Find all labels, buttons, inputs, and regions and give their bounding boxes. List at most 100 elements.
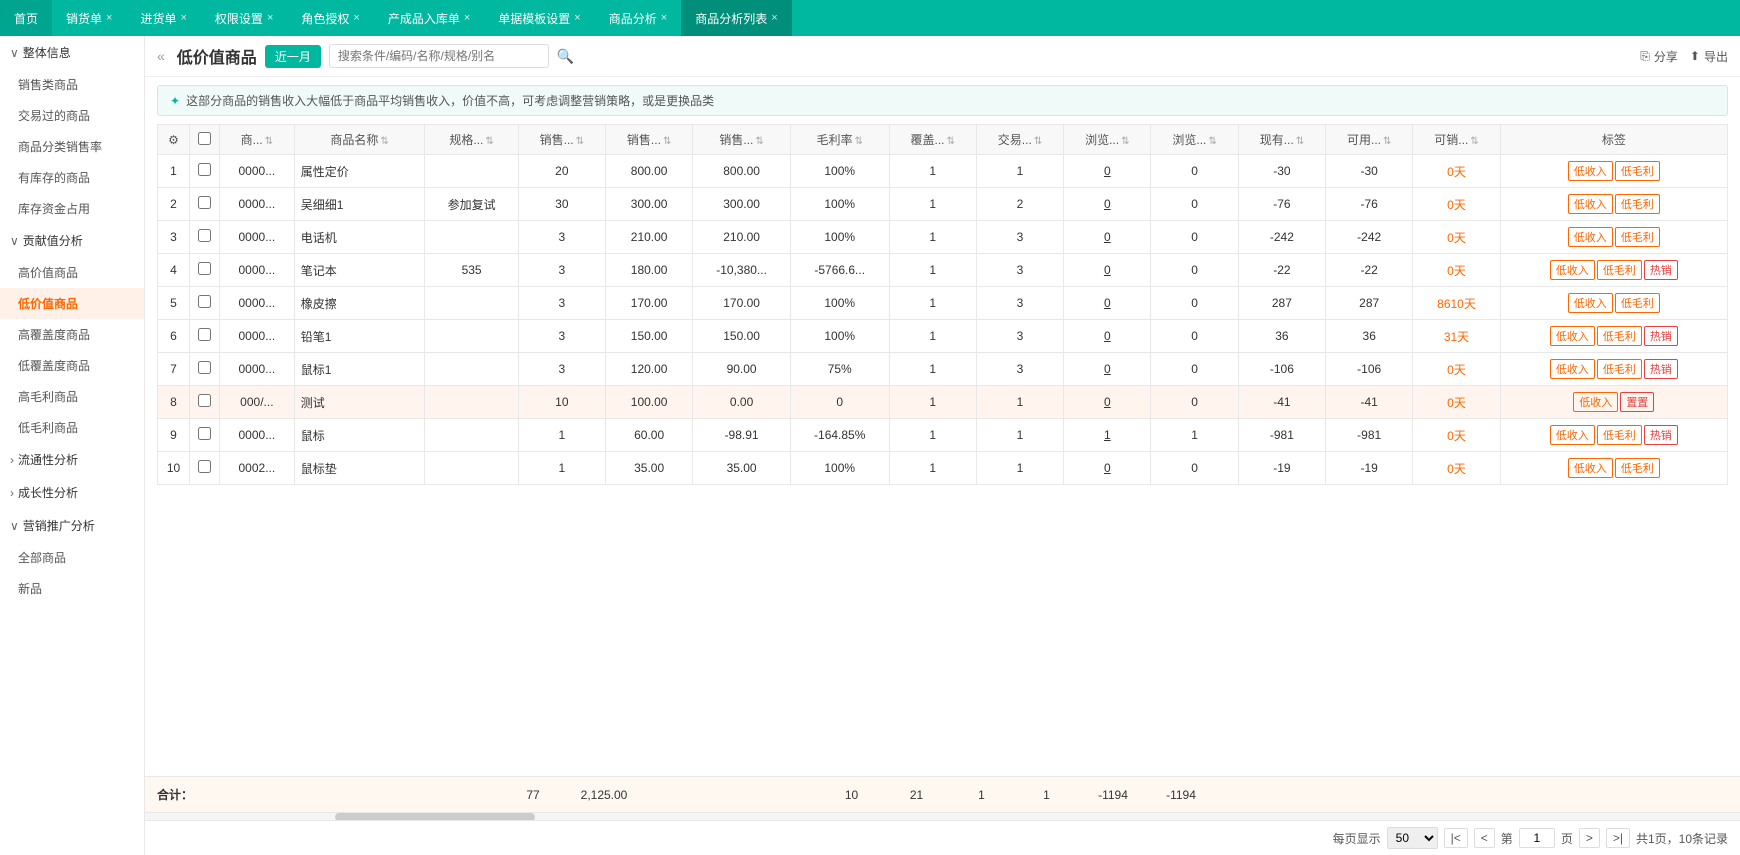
col-sale3[interactable]: 销售...⇅ xyxy=(693,125,791,155)
next-page-btn[interactable]: > xyxy=(1579,828,1600,848)
row-browse1[interactable]: 0 xyxy=(1064,221,1151,254)
gear-icon[interactable]: ⚙ xyxy=(168,133,179,147)
row-browse1[interactable]: 0 xyxy=(1064,386,1151,419)
row-select-checkbox[interactable] xyxy=(198,262,211,275)
nav-template-settings[interactable]: 单据模板设置 × xyxy=(484,0,594,36)
close-icon[interactable]: × xyxy=(353,12,359,24)
sidebar-item-stock-funds[interactable]: 库存资金占用 xyxy=(0,193,144,224)
prev-page-btn[interactable]: < xyxy=(1474,828,1495,848)
col-spec[interactable]: 规格...⇅ xyxy=(425,125,518,155)
browse1-link[interactable]: 0 xyxy=(1104,362,1111,376)
first-page-btn[interactable]: |< xyxy=(1444,828,1468,848)
row-select-checkbox[interactable] xyxy=(198,328,211,341)
sidebar-item-sales-goods[interactable]: 销售类商品 xyxy=(0,69,144,100)
export-btn[interactable]: ⬆ 导出 xyxy=(1690,48,1728,65)
browse1-link[interactable]: 0 xyxy=(1104,197,1111,211)
browse1-link[interactable]: 0 xyxy=(1104,296,1111,310)
browse1-link[interactable]: 0 xyxy=(1104,329,1111,343)
row-browse1[interactable]: 1 xyxy=(1064,419,1151,452)
nav-sales-order[interactable]: 销货单 × xyxy=(52,0,126,36)
nav-product-analysis[interactable]: 商品分析 × xyxy=(595,0,681,36)
col-gear[interactable]: ⚙ xyxy=(158,125,190,155)
nav-role-auth[interactable]: 角色授权 × xyxy=(287,0,373,36)
close-icon[interactable]: × xyxy=(661,12,667,24)
row-select-checkbox[interactable] xyxy=(198,361,211,374)
sidebar-group-marketing[interactable]: ∨ 营销推广分析 xyxy=(0,509,144,542)
row-checkbox[interactable] xyxy=(190,320,220,353)
row-select-checkbox[interactable] xyxy=(198,427,211,440)
nav-product-inbound[interactable]: 产成品入库单 × xyxy=(374,0,484,36)
row-select-checkbox[interactable] xyxy=(198,196,211,209)
col-sale2[interactable]: 销售...⇅ xyxy=(605,125,692,155)
row-select-checkbox[interactable] xyxy=(198,229,211,242)
row-checkbox[interactable] xyxy=(190,254,220,287)
sidebar-item-traded-goods[interactable]: 交易过的商品 xyxy=(0,100,144,131)
close-icon[interactable]: × xyxy=(771,12,777,24)
col-current[interactable]: 现有...⇅ xyxy=(1238,125,1325,155)
row-select-checkbox[interactable] xyxy=(198,460,211,473)
row-checkbox[interactable] xyxy=(190,353,220,386)
row-select-checkbox[interactable] xyxy=(198,394,211,407)
select-all-checkbox[interactable] xyxy=(198,132,211,145)
share-btn[interactable]: ⎘ 分享 xyxy=(1640,48,1678,65)
col-available[interactable]: 可用...⇅ xyxy=(1326,125,1413,155)
col-trade[interactable]: 交易...⇅ xyxy=(976,125,1063,155)
sidebar-item-high-value[interactable]: 高价值商品 xyxy=(0,257,144,288)
close-icon[interactable]: × xyxy=(180,12,186,24)
col-gross-rate[interactable]: 毛利率⇅ xyxy=(790,125,889,155)
sidebar-item-high-margin[interactable]: 高毛利商品 xyxy=(0,381,144,412)
sidebar-item-stock-goods[interactable]: 有库存的商品 xyxy=(0,162,144,193)
row-browse1[interactable]: 0 xyxy=(1064,320,1151,353)
collapse-sidebar-btn[interactable]: « xyxy=(157,48,165,64)
col-sale1[interactable]: 销售...⇅ xyxy=(518,125,605,155)
row-select-checkbox[interactable] xyxy=(198,163,211,176)
col-name[interactable]: 商品名称⇅ xyxy=(294,125,425,155)
col-sellable[interactable]: 可销...⇅ xyxy=(1413,125,1500,155)
close-icon[interactable]: × xyxy=(464,12,470,24)
col-code[interactable]: 商...⇅ xyxy=(220,125,295,155)
page-size-select[interactable]: 50 100 xyxy=(1387,827,1438,849)
sidebar-item-all-goods[interactable]: 全部商品 xyxy=(0,542,144,573)
nav-home[interactable]: 首页 xyxy=(0,0,52,36)
search-icon[interactable]: 🔍 xyxy=(557,48,574,65)
row-browse1[interactable]: 0 xyxy=(1064,155,1151,188)
sidebar-item-high-coverage[interactable]: 高覆盖度商品 xyxy=(0,319,144,350)
nav-purchase-order[interactable]: 进货单 × xyxy=(126,0,200,36)
row-checkbox[interactable] xyxy=(190,386,220,419)
row-browse1[interactable]: 0 xyxy=(1064,254,1151,287)
browse1-link[interactable]: 0 xyxy=(1104,395,1111,409)
close-icon[interactable]: × xyxy=(106,12,112,24)
row-checkbox[interactable] xyxy=(190,188,220,221)
row-select-checkbox[interactable] xyxy=(198,295,211,308)
col-browse1[interactable]: 浏览...⇅ xyxy=(1064,125,1151,155)
sidebar-group-circulation[interactable]: › 流通性分析 xyxy=(0,443,144,476)
last-page-btn[interactable]: >| xyxy=(1606,828,1630,848)
sidebar-group-contribution[interactable]: ∨ 贡献值分析 xyxy=(0,224,144,257)
row-browse1[interactable]: 0 xyxy=(1064,188,1151,221)
browse1-link[interactable]: 0 xyxy=(1104,263,1111,277)
close-icon[interactable]: × xyxy=(574,12,580,24)
date-filter-btn[interactable]: 近一月 xyxy=(265,45,321,68)
horizontal-scrollbar[interactable] xyxy=(145,812,1740,820)
row-browse1[interactable]: 0 xyxy=(1064,287,1151,320)
col-cover[interactable]: 覆盖...⇅ xyxy=(889,125,976,155)
page-input[interactable] xyxy=(1519,828,1555,848)
sidebar-item-low-value[interactable]: 低价值商品 xyxy=(0,288,144,319)
sidebar-item-low-coverage[interactable]: 低覆盖度商品 xyxy=(0,350,144,381)
close-icon[interactable]: × xyxy=(267,12,273,24)
browse1-link[interactable]: 0 xyxy=(1104,461,1111,475)
row-checkbox[interactable] xyxy=(190,452,220,485)
sidebar-group-overview[interactable]: ∨ 整体信息 xyxy=(0,36,144,69)
sidebar-item-category-sales-rate[interactable]: 商品分类销售率 xyxy=(0,131,144,162)
sidebar-item-low-margin[interactable]: 低毛利商品 xyxy=(0,412,144,443)
sidebar-item-new-goods[interactable]: 新品 xyxy=(0,573,144,604)
browse1-link[interactable]: 0 xyxy=(1104,230,1111,244)
col-browse2[interactable]: 浏览...⇅ xyxy=(1151,125,1238,155)
row-checkbox[interactable] xyxy=(190,221,220,254)
row-browse1[interactable]: 0 xyxy=(1064,452,1151,485)
row-browse1[interactable]: 0 xyxy=(1064,353,1151,386)
nav-analysis-list[interactable]: 商品分析列表 × xyxy=(681,0,791,36)
row-checkbox[interactable] xyxy=(190,155,220,188)
nav-permissions[interactable]: 权限设置 × xyxy=(201,0,287,36)
browse1-link[interactable]: 1 xyxy=(1104,428,1111,442)
